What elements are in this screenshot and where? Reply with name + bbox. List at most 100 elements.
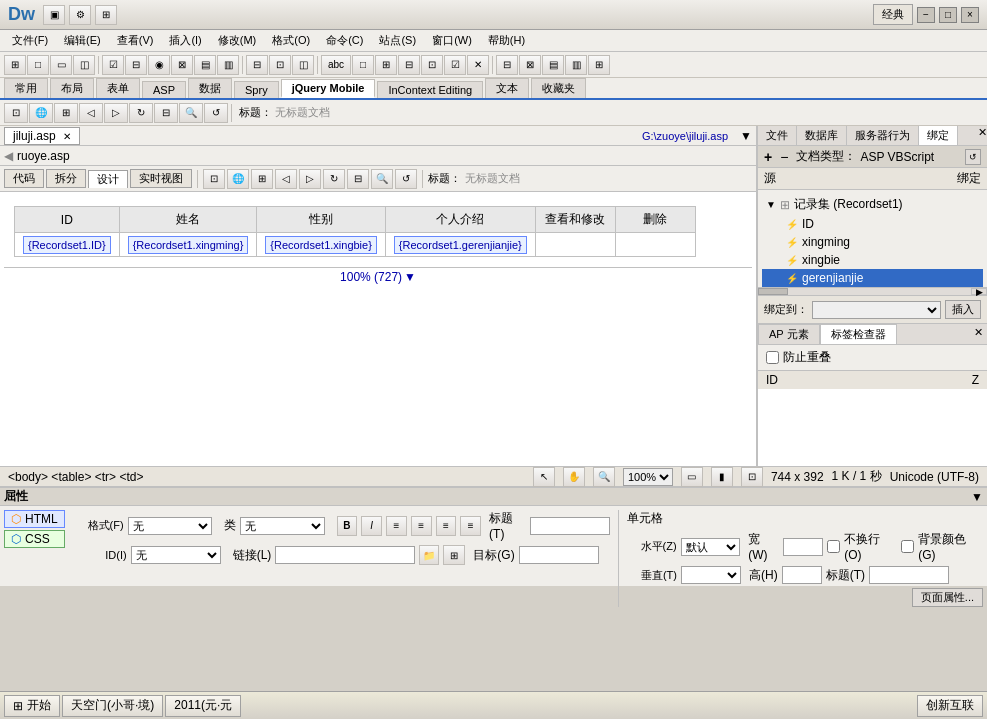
title-input[interactable]: [530, 517, 610, 535]
ed-tool-4[interactable]: ◁: [275, 169, 297, 189]
file-tab-close[interactable]: ✕: [63, 131, 71, 142]
cell-name[interactable]: {Recordset1.xingming}: [119, 233, 257, 257]
target-icon[interactable]: ⊞: [443, 545, 465, 565]
tool-btn-23[interactable]: ▤: [542, 55, 564, 75]
tool-btn-22[interactable]: ⊠: [519, 55, 541, 75]
tool-btn-3[interactable]: ▭: [50, 55, 72, 75]
format-select[interactable]: 无: [128, 517, 213, 535]
ed-tool-8[interactable]: 🔍: [371, 169, 393, 189]
class-select[interactable]: 无: [240, 517, 325, 535]
live-view-btn[interactable]: 实时视图: [130, 169, 192, 188]
id-select[interactable]: 无: [131, 546, 221, 564]
tab-incontext[interactable]: InContext Editing: [377, 81, 483, 98]
ap-panel-close[interactable]: ✕: [970, 324, 987, 344]
jqm-btn-6[interactable]: ↻: [129, 103, 153, 123]
menu-insert[interactable]: 插入(I): [161, 31, 209, 50]
ed-tool-2[interactable]: 🌐: [227, 169, 249, 189]
right-tab-binding[interactable]: 绑定: [919, 126, 958, 145]
italic-btn[interactable]: I: [361, 516, 382, 536]
cell-id[interactable]: {Recordset1.ID}: [15, 233, 120, 257]
target-input[interactable]: [519, 546, 599, 564]
tool-btn-12[interactable]: ⊡: [269, 55, 291, 75]
tab-text[interactable]: 文本: [485, 78, 529, 98]
jqm-btn-7[interactable]: ⊟: [154, 103, 178, 123]
taskbar-item-2[interactable]: 2011(元·元: [165, 695, 241, 717]
align-center[interactable]: ≡: [411, 516, 432, 536]
ed-tool-9[interactable]: ↺: [395, 169, 417, 189]
cell-delete[interactable]: [615, 233, 695, 257]
jqm-btn-5[interactable]: ▷: [104, 103, 128, 123]
zoom-select[interactable]: 100%: [623, 468, 673, 486]
tree-item-id[interactable]: ⚡ ID: [762, 215, 983, 233]
tool-btn-21[interactable]: ⊟: [496, 55, 518, 75]
right-tab-files[interactable]: 文件: [758, 126, 797, 145]
tool-btn-16[interactable]: ⊞: [375, 55, 397, 75]
html-btn[interactable]: ⬡ HTML: [4, 510, 65, 528]
scrollbar-right-btn[interactable]: ▶: [971, 288, 987, 295]
tab-form[interactable]: 表单: [96, 78, 140, 98]
cell-intro[interactable]: {Recordset1.gerenjianjie}: [385, 233, 535, 257]
height-input[interactable]: [782, 566, 822, 584]
view-mode-1[interactable]: ▭: [681, 467, 703, 487]
menu-format[interactable]: 格式(O): [264, 31, 318, 50]
prevent-overlap-checkbox[interactable]: [766, 351, 779, 364]
menu-view[interactable]: 查看(V): [109, 31, 162, 50]
tool-btn-25[interactable]: ⊞: [588, 55, 610, 75]
menu-command[interactable]: 命令(C): [318, 31, 371, 50]
tool-btn-15[interactable]: □: [352, 55, 374, 75]
nowrap-checkbox[interactable]: [827, 540, 840, 553]
minimize-button[interactable]: −: [917, 7, 935, 23]
horz-select[interactable]: 默认: [681, 538, 741, 556]
tool-btn-18[interactable]: ⊡: [421, 55, 443, 75]
browse-btn[interactable]: 📁: [419, 545, 439, 565]
tab-asp[interactable]: ASP: [142, 81, 186, 98]
tool-btn-7[interactable]: ◉: [148, 55, 170, 75]
tab-data[interactable]: 数据: [188, 78, 232, 98]
tree-item-xingming[interactable]: ⚡ xingming: [762, 233, 983, 251]
tree-root[interactable]: ▼ ⊞ 记录集 (Recordset1): [762, 194, 983, 215]
jqm-btn-8[interactable]: 🔍: [179, 103, 203, 123]
bold-btn[interactable]: B: [337, 516, 358, 536]
menu-edit[interactable]: 编辑(E): [56, 31, 109, 50]
design-view-btn[interactable]: 设计: [88, 170, 128, 188]
tool-btn-6[interactable]: ⊟: [125, 55, 147, 75]
tool-btn-17[interactable]: ⊟: [398, 55, 420, 75]
menu-site[interactable]: 站点(S): [371, 31, 424, 50]
zoom-dropdown-icon[interactable]: ▼: [404, 270, 416, 284]
taskbar-item-1[interactable]: 天空门(小哥·境): [62, 695, 163, 717]
remove-binding-btn[interactable]: −: [780, 149, 788, 165]
page-props-btn[interactable]: 页面属性...: [912, 588, 983, 607]
app-menu-btn-3[interactable]: ⊞: [95, 5, 117, 25]
view-mode-3[interactable]: ⊡: [741, 467, 763, 487]
split-view-btn[interactable]: 拆分: [46, 169, 86, 188]
menu-file[interactable]: 文件(F): [4, 31, 56, 50]
jqm-btn-9[interactable]: ↺: [204, 103, 228, 123]
tree-item-gerenjianjie[interactable]: ⚡ gerenjianjie: [762, 269, 983, 287]
menu-modify[interactable]: 修改(M): [210, 31, 265, 50]
hand-tool[interactable]: ✋: [563, 467, 585, 487]
bind-to-select[interactable]: [812, 301, 941, 319]
tree-scrollbar-h[interactable]: ▶: [758, 287, 987, 295]
ap-tab-ap-elements[interactable]: AP 元素: [758, 324, 820, 344]
align-left[interactable]: ≡: [386, 516, 407, 536]
cell-view-edit[interactable]: [535, 233, 615, 257]
tool-btn-20[interactable]: ✕: [467, 55, 489, 75]
width-input[interactable]: [783, 538, 823, 556]
tool-btn-13[interactable]: ◫: [292, 55, 314, 75]
tool-btn-11[interactable]: ⊟: [246, 55, 268, 75]
ed-tool-7[interactable]: ⊟: [347, 169, 369, 189]
tool-btn-19[interactable]: ☑: [444, 55, 466, 75]
align-justify[interactable]: ≡: [460, 516, 481, 536]
tool-btn-5[interactable]: ☑: [102, 55, 124, 75]
jqm-btn-4[interactable]: ◁: [79, 103, 103, 123]
jqm-btn-1[interactable]: ⊡: [4, 103, 28, 123]
bg-color-checkbox[interactable]: [901, 540, 914, 553]
app-menu-btn-1[interactable]: ▣: [43, 5, 65, 25]
vert-select[interactable]: [681, 566, 741, 584]
add-binding-btn[interactable]: +: [764, 149, 772, 165]
cell-gender[interactable]: {Recordset1.xingbie}: [257, 233, 386, 257]
start-btn[interactable]: ⊞ 开始: [4, 695, 60, 717]
tool-btn-4[interactable]: ◫: [73, 55, 95, 75]
restore-button[interactable]: □: [939, 7, 957, 23]
tab-layout[interactable]: 布局: [50, 78, 94, 98]
